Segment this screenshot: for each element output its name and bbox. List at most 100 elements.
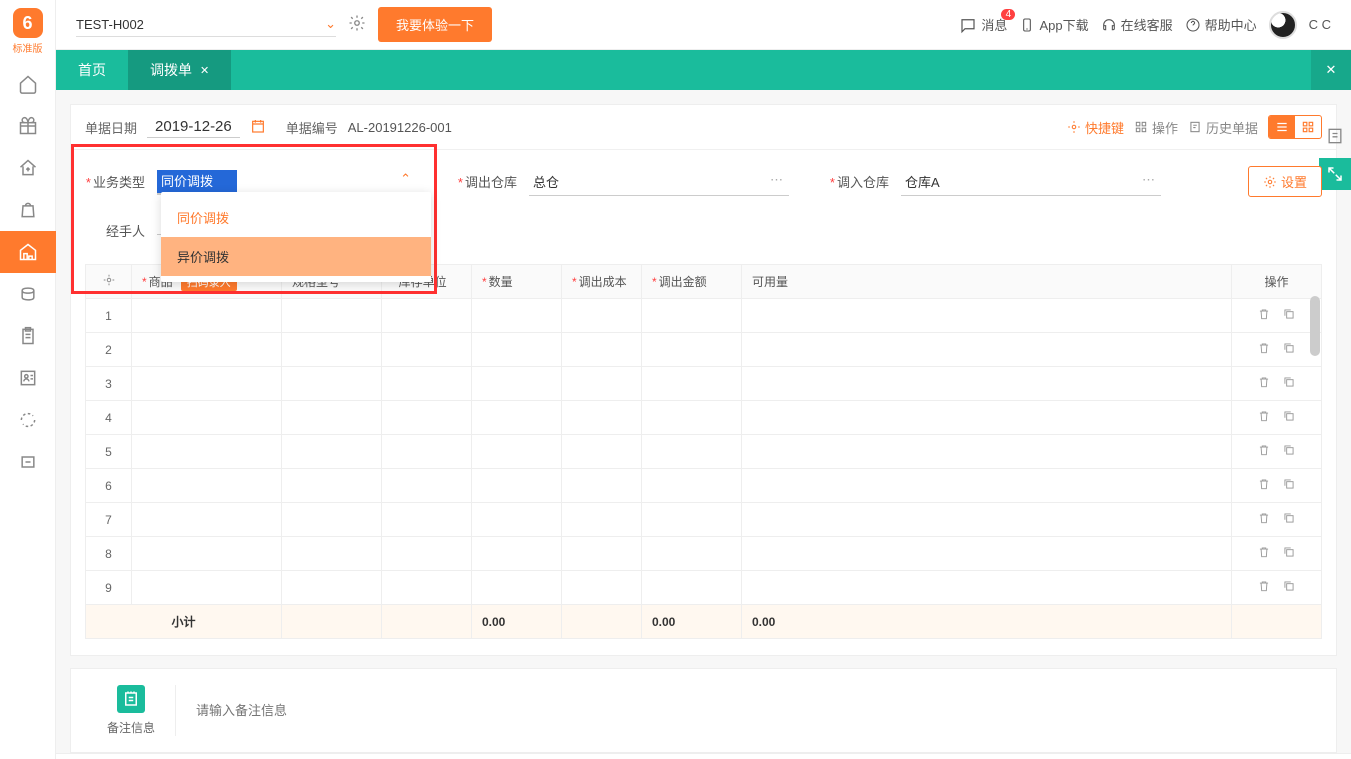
date-label: 单据日期 xyxy=(85,118,137,137)
col-cost: *调出成本 xyxy=(562,265,642,299)
doc-header: 单据日期 2019-12-26 单据编号 AL-20191226-001 快捷键 xyxy=(71,105,1336,150)
items-table: *商品扫码录入 规格型号 *库存单位 *数量 *调出成本 *调出金额 可用量 操… xyxy=(85,264,1322,639)
shortcut-link[interactable]: 快捷键 xyxy=(1067,118,1124,137)
copy-icon[interactable] xyxy=(1282,378,1296,392)
col-amount: *调出金额 xyxy=(642,265,742,299)
delete-icon[interactable] xyxy=(1257,582,1271,596)
in-warehouse-value[interactable]: 仓库A xyxy=(905,175,940,190)
out-warehouse-value[interactable]: 总仓 xyxy=(533,175,559,190)
table-row[interactable]: 5 xyxy=(86,435,1322,469)
nav-contact-icon[interactable] xyxy=(0,357,56,399)
messages-link[interactable]: 消息 4 xyxy=(959,15,1007,34)
settings-button[interactable]: 设置 xyxy=(1248,166,1322,197)
nav-sync-icon[interactable] xyxy=(0,399,56,441)
copy-icon[interactable] xyxy=(1282,548,1296,562)
docno-value: AL-20191226-001 xyxy=(348,120,452,135)
table-row[interactable]: 6 xyxy=(86,469,1322,503)
calendar-icon[interactable] xyxy=(250,118,266,137)
help-label: 帮助中心 xyxy=(1205,15,1257,34)
copy-icon[interactable] xyxy=(1282,344,1296,358)
more-icon[interactable]: ⋯ xyxy=(1142,172,1155,188)
more-icon[interactable]: ⋯ xyxy=(770,172,783,188)
delete-icon[interactable] xyxy=(1257,310,1271,324)
row-number: 2 xyxy=(86,333,132,367)
remark-title: 备注信息 xyxy=(107,719,155,736)
help-link[interactable]: 帮助中心 xyxy=(1185,15,1257,34)
remark-panel: 备注信息 xyxy=(70,668,1337,753)
history-link[interactable]: 历史单据 xyxy=(1188,118,1258,137)
dropdown-option-same-price[interactable]: 同价调拨 xyxy=(161,198,431,237)
delete-icon[interactable] xyxy=(1257,514,1271,528)
nav-bag-icon[interactable] xyxy=(0,189,56,231)
row-number: 5 xyxy=(86,435,132,469)
subtotal-avail: 0.00 xyxy=(742,605,1232,639)
chevron-up-icon[interactable]: ⌃ xyxy=(400,171,411,187)
row-number: 7 xyxy=(86,503,132,537)
biz-type-label: *业务类型 xyxy=(85,172,145,191)
tab-home[interactable]: 首页 xyxy=(56,50,128,90)
table-scrollbar[interactable] xyxy=(1310,296,1320,607)
float-note-icon[interactable] xyxy=(1319,120,1351,152)
table-row[interactable]: 3 xyxy=(86,367,1322,401)
in-warehouse-label: *调入仓库 xyxy=(829,172,889,191)
delete-icon[interactable] xyxy=(1257,412,1271,426)
view-list-icon[interactable] xyxy=(1269,116,1295,138)
tab-bar: 首页 调拨单 ✕ ✕ xyxy=(56,50,1351,90)
tabs-close-all[interactable]: ✕ xyxy=(1311,50,1351,90)
try-button[interactable]: 我要体验一下 xyxy=(378,7,492,42)
app-label: App下载 xyxy=(1039,15,1088,34)
close-icon[interactable]: ✕ xyxy=(200,64,209,77)
copy-icon[interactable] xyxy=(1282,480,1296,494)
service-link[interactable]: 在线客服 xyxy=(1101,15,1173,34)
nav-clipboard-icon[interactable] xyxy=(0,315,56,357)
sidebar: 6 标准版 xyxy=(0,0,56,759)
delete-icon[interactable] xyxy=(1257,548,1271,562)
row-number: 4 xyxy=(86,401,132,435)
nav-house-up-icon[interactable] xyxy=(0,147,56,189)
delete-icon[interactable] xyxy=(1257,378,1271,392)
dropdown-option-diff-price[interactable]: 异价调拨 xyxy=(161,237,431,276)
delete-icon[interactable] xyxy=(1257,446,1271,460)
delete-icon[interactable] xyxy=(1257,480,1271,494)
brand-logo: 6 xyxy=(13,8,43,38)
biz-type-input[interactable]: 同价调拨 xyxy=(157,170,237,194)
date-value[interactable]: 2019-12-26 xyxy=(147,116,240,138)
view-toggle xyxy=(1268,115,1322,139)
nav-warehouse-icon[interactable] xyxy=(0,231,56,273)
table-row[interactable]: 4 xyxy=(86,401,1322,435)
copy-icon[interactable] xyxy=(1282,446,1296,460)
row-number: 8 xyxy=(86,537,132,571)
copy-icon[interactable] xyxy=(1282,514,1296,528)
avatar[interactable] xyxy=(1269,11,1297,39)
table-row[interactable]: 8 xyxy=(86,537,1322,571)
app-download-link[interactable]: App下载 xyxy=(1019,15,1088,34)
tab-transfer[interactable]: 调拨单 ✕ xyxy=(128,50,231,90)
gear-icon[interactable] xyxy=(348,14,366,35)
biz-type-dropdown: 同价调拨 异价调拨 xyxy=(161,192,431,282)
view-grid-icon[interactable] xyxy=(1295,116,1321,138)
nav-money-icon[interactable] xyxy=(0,273,56,315)
delete-icon[interactable] xyxy=(1257,344,1271,358)
remark-input[interactable] xyxy=(196,703,1320,718)
subtotal-amount: 0.00 xyxy=(642,605,742,639)
nav-home-icon[interactable] xyxy=(0,63,56,105)
nav-gift-icon[interactable] xyxy=(0,105,56,147)
copy-icon[interactable] xyxy=(1282,582,1296,596)
username: C C xyxy=(1309,17,1331,32)
col-ops: 操作 xyxy=(1232,265,1322,299)
ops-link[interactable]: 操作 xyxy=(1134,118,1178,137)
note-icon xyxy=(117,685,145,713)
table-row[interactable]: 7 xyxy=(86,503,1322,537)
row-number: 1 xyxy=(86,299,132,333)
nav-new-icon[interactable] xyxy=(0,441,56,483)
messages-badge: 4 xyxy=(1001,9,1015,20)
copy-icon[interactable] xyxy=(1282,412,1296,426)
org-selector[interactable]: TEST-H002 ⌄ xyxy=(76,12,336,37)
subtotal-label: 小计 xyxy=(86,605,282,639)
edition-label: 标准版 xyxy=(13,40,43,55)
table-row[interactable]: 2 xyxy=(86,333,1322,367)
table-row[interactable]: 9 xyxy=(86,571,1322,605)
col-gear[interactable] xyxy=(86,265,132,299)
copy-icon[interactable] xyxy=(1282,310,1296,324)
table-row[interactable]: 1 xyxy=(86,299,1322,333)
